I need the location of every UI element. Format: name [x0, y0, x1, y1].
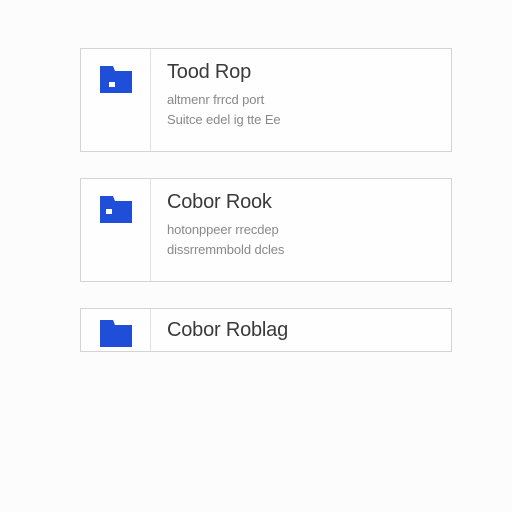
item-description-line: Suitce edel ig tte Ee [167, 110, 435, 130]
folder-icon [99, 65, 133, 100]
item-description-line: altmenr frrcd port [167, 90, 435, 110]
item-icon-column [81, 309, 151, 351]
folder-icon [99, 319, 133, 352]
item-title: Cobor Rook [167, 191, 435, 214]
folder-icon [99, 195, 133, 230]
list-item[interactable]: Cobor Rook hotonppeer rrecdep dissrremmb… [80, 178, 452, 282]
item-title: Cobor Roblag [167, 319, 435, 342]
item-icon-column [81, 49, 151, 151]
item-content: Cobor Rook hotonppeer rrecdep dissrremmb… [151, 179, 451, 281]
item-title: Tood Rop [167, 61, 435, 84]
item-icon-column [81, 179, 151, 281]
item-content: Cobor Roblag [151, 309, 451, 351]
item-content: Tood Rop altmenr frrcd port Suitce edel … [151, 49, 451, 151]
list-item[interactable]: Cobor Roblag [80, 308, 452, 352]
item-description-line: hotonppeer rrecdep [167, 220, 435, 240]
item-description-line: dissrremmbold dcles [167, 240, 435, 260]
list-item[interactable]: Tood Rop altmenr frrcd port Suitce edel … [80, 48, 452, 152]
